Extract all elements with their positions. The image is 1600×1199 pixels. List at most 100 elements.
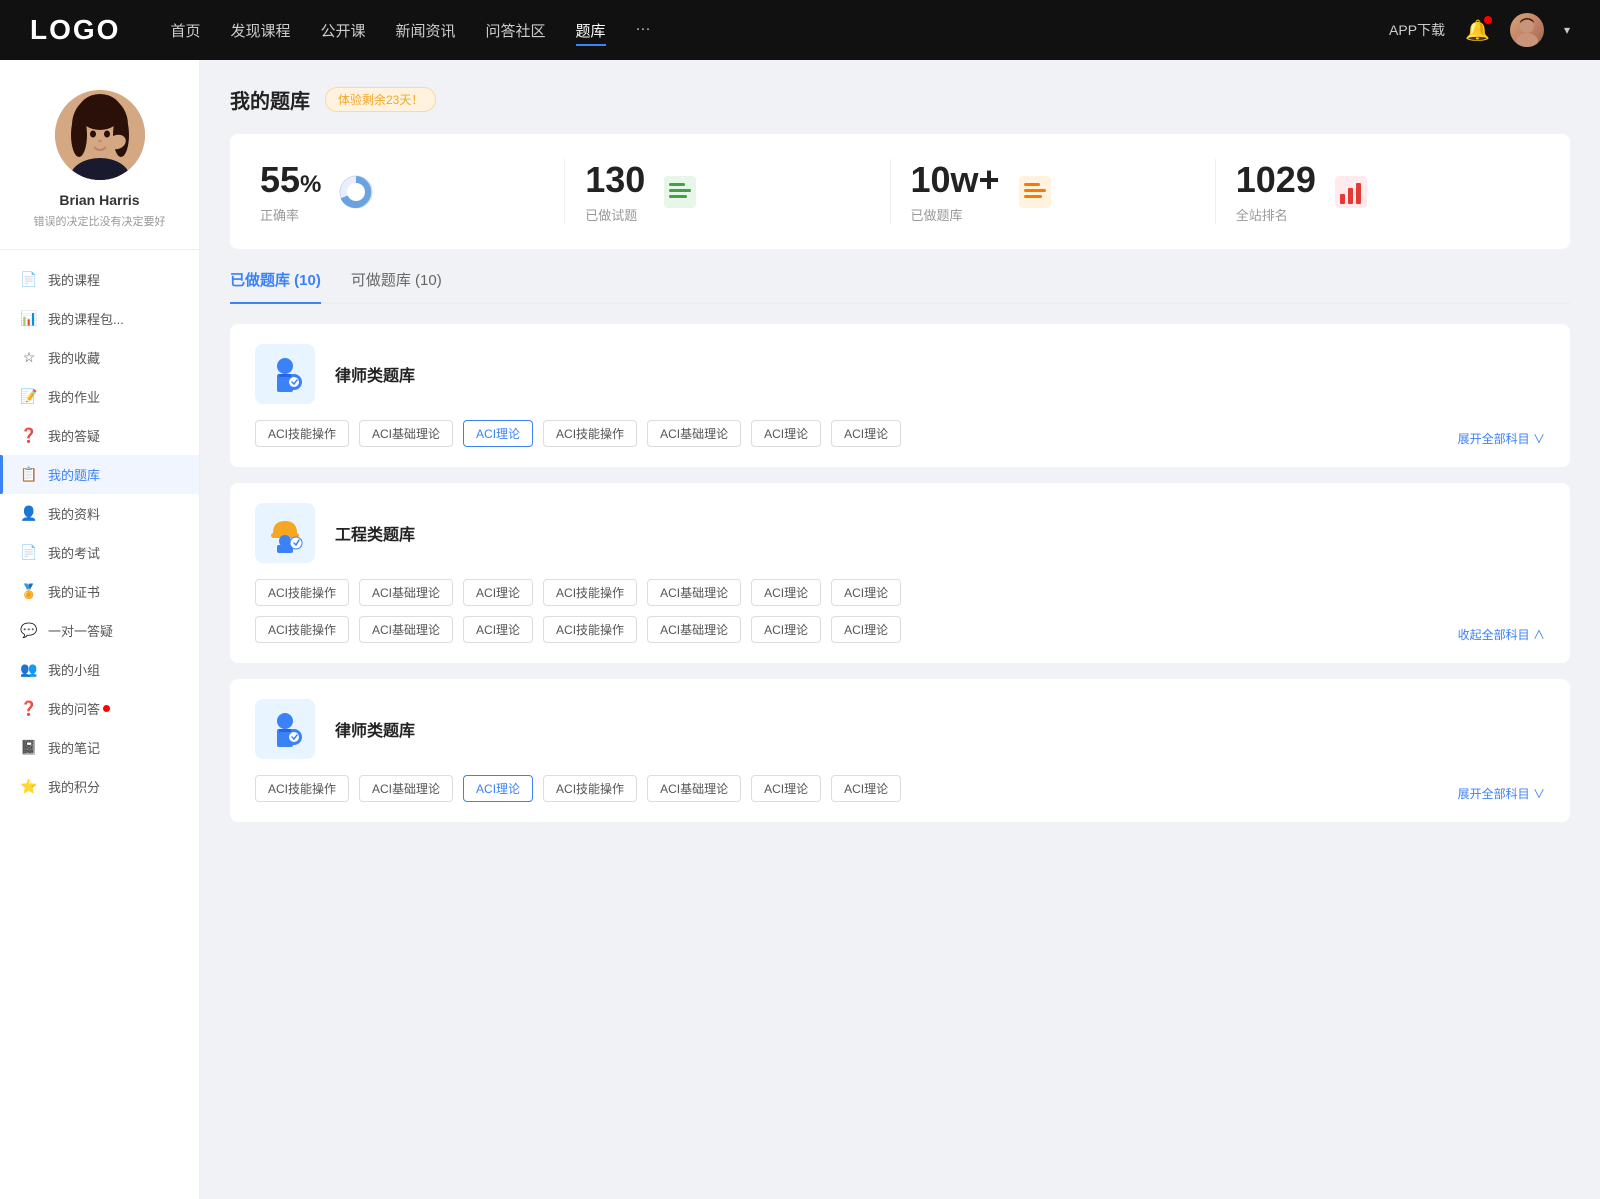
tag-eng-r2-2[interactable]: ACI基础理论 — [359, 616, 453, 643]
sidebar-item-my-info[interactable]: 👤 我的资料 — [0, 494, 199, 533]
qa-icon: ❓ — [20, 700, 38, 718]
tag-lawyer2-3[interactable]: ACI理论 — [463, 775, 533, 802]
sidebar-label-my-info: 我的资料 — [48, 504, 100, 523]
sidebar-label-my-courses: 我的课程 — [48, 270, 100, 289]
tag-eng-r2-4[interactable]: ACI技能操作 — [543, 616, 637, 643]
sidebar-label-favorites: 我的收藏 — [48, 348, 100, 367]
sidebar-item-my-notes[interactable]: 📓 我的笔记 — [0, 728, 199, 767]
sidebar-item-one-on-one[interactable]: 💬 一对一答疑 — [0, 611, 199, 650]
tag-eng-r1-2[interactable]: ACI基础理论 — [359, 579, 453, 606]
tab-done-banks[interactable]: 已做题库 (10) — [230, 269, 321, 302]
stat-accuracy-number: 55% — [260, 159, 321, 201]
qbank-title-lawyer-1: 律师类题库 — [335, 362, 415, 386]
sidebar-item-question-bank[interactable]: 📋 我的题库 — [0, 455, 199, 494]
tag-lawyer1-2[interactable]: ACI基础理论 — [359, 420, 453, 447]
navbar: LOGO 首页 发现课程 公开课 新闻资讯 问答社区 题库 ··· APP下载 … — [0, 0, 1600, 60]
tag-lawyer1-3[interactable]: ACI理论 — [463, 420, 533, 447]
nav-item-more[interactable]: ··· — [636, 20, 651, 41]
sidebar-item-my-exam[interactable]: 📄 我的考试 — [0, 533, 199, 572]
notes-icon: 📓 — [20, 739, 38, 757]
nav-item-home[interactable]: 首页 — [170, 20, 200, 41]
sidebar-item-certificate[interactable]: 🏅 我的证书 — [0, 572, 199, 611]
expand-lawyer1[interactable]: 展开全部科目 ∨ — [1458, 430, 1545, 447]
tag-eng-r1-7[interactable]: ACI理论 — [831, 579, 901, 606]
nav-item-qbank[interactable]: 题库 — [576, 20, 606, 41]
sidebar-label-course-package: 我的课程包... — [48, 309, 124, 328]
qbank-tags-row-1: ACI技能操作 ACI基础理论 ACI理论 ACI技能操作 ACI基础理论 AC… — [255, 420, 1545, 447]
tag-lawyer1-6[interactable]: ACI理论 — [751, 420, 821, 447]
tag-eng-r1-4[interactable]: ACI技能操作 — [543, 579, 637, 606]
tag-eng-r2-5[interactable]: ACI基础理论 — [647, 616, 741, 643]
favorites-icon: ☆ — [20, 349, 38, 367]
tag-eng-r2-1[interactable]: ACI技能操作 — [255, 616, 349, 643]
qbank-tags-row2-1: ACI技能操作 ACI基础理论 ACI理论 ACI技能操作 ACI基础理论 AC… — [255, 579, 1545, 606]
tag-lawyer1-4[interactable]: ACI技能操作 — [543, 420, 637, 447]
tag-lawyer2-4[interactable]: ACI技能操作 — [543, 775, 637, 802]
sidebar-item-my-points[interactable]: ⭐ 我的积分 — [0, 767, 199, 806]
qbank-card-header-2: 工程类题库 — [255, 503, 1545, 563]
app-download-link[interactable]: APP下载 — [1389, 20, 1445, 40]
tab-available-banks[interactable]: 可做题库 (10) — [351, 269, 442, 302]
course-package-icon: 📊 — [20, 310, 38, 328]
sidebar-item-my-qa[interactable]: ❓ 我的问答 — [0, 689, 199, 728]
tag-eng-r2-6[interactable]: ACI理论 — [751, 616, 821, 643]
sidebar-item-my-questions[interactable]: ❓ 我的答疑 — [0, 416, 199, 455]
nav-menu: 首页 发现课程 公开课 新闻资讯 问答社区 题库 ··· — [170, 20, 1389, 41]
tag-eng-r2-3[interactable]: ACI理论 — [463, 616, 533, 643]
avatar-svg — [1510, 13, 1544, 47]
logo: LOGO — [30, 14, 120, 46]
group-icon: 👥 — [20, 661, 38, 679]
user-menu-chevron[interactable]: ▾ — [1564, 23, 1570, 37]
certificate-icon: 🏅 — [20, 583, 38, 601]
qbank-lawyer-icon-1 — [255, 344, 315, 404]
user-avatar[interactable] — [1510, 13, 1544, 47]
tag-lawyer2-2[interactable]: ACI基础理论 — [359, 775, 453, 802]
qbank-lawyer-icon-2 — [255, 699, 315, 759]
pie-chart-icon — [337, 173, 375, 211]
stat-done-questions: 130 已做试题 — [565, 159, 890, 224]
tag-lawyer2-6[interactable]: ACI理论 — [751, 775, 821, 802]
sidebar-item-homework[interactable]: 📝 我的作业 — [0, 377, 199, 416]
avatar-inner — [55, 90, 145, 180]
collapse-engineer[interactable]: 收起全部科目 ∧ — [1458, 626, 1545, 643]
nav-item-discover[interactable]: 发现课程 — [230, 20, 290, 41]
tag-eng-r2-7[interactable]: ACI理论 — [831, 616, 901, 643]
stat-done-banks: 10w+ 已做题库 — [891, 159, 1216, 224]
tag-lawyer1-1[interactable]: ACI技能操作 — [255, 420, 349, 447]
stat-banks-label: 已做题库 — [911, 205, 1000, 224]
tag-lawyer1-7[interactable]: ACI理论 — [831, 420, 901, 447]
notification-bell[interactable]: 🔔 — [1465, 18, 1490, 43]
lawyer-svg-1 — [263, 352, 307, 396]
sidebar-item-my-courses[interactable]: 📄 我的课程 — [0, 260, 199, 299]
sidebar-label-my-questions: 我的答疑 — [48, 426, 100, 445]
stat-done-label: 已做试题 — [585, 205, 645, 224]
sidebar-item-my-group[interactable]: 👥 我的小组 — [0, 650, 199, 689]
list-orange-icon — [1017, 174, 1053, 210]
qbank-card-lawyer-1: 律师类题库 ACI技能操作 ACI基础理论 ACI理论 ACI技能操作 ACI基… — [230, 324, 1570, 467]
tag-lawyer1-5[interactable]: ACI基础理论 — [647, 420, 741, 447]
tag-lawyer2-7[interactable]: ACI理论 — [831, 775, 901, 802]
profile-avatar[interactable] — [55, 90, 145, 180]
page-header: 我的题库 体验剩余23天！ — [230, 85, 1570, 114]
qbank-title-lawyer-2: 律师类题库 — [335, 717, 415, 741]
qbank-card-header-3: 律师类题库 — [255, 699, 1545, 759]
tag-eng-r1-6[interactable]: ACI理论 — [751, 579, 821, 606]
tag-eng-r1-1[interactable]: ACI技能操作 — [255, 579, 349, 606]
avatar-image — [1510, 13, 1544, 47]
sidebar-label-question-bank: 我的题库 — [48, 465, 100, 484]
homework-icon: 📝 — [20, 388, 38, 406]
expand-lawyer2[interactable]: 展开全部科目 ∨ — [1458, 785, 1545, 802]
engineer-svg — [263, 511, 307, 555]
questions-icon: ❓ — [20, 427, 38, 445]
tag-lawyer2-1[interactable]: ACI技能操作 — [255, 775, 349, 802]
nav-item-open-course[interactable]: 公开课 — [320, 20, 365, 41]
sidebar-item-course-package[interactable]: 📊 我的课程包... — [0, 299, 199, 338]
tag-lawyer2-5[interactable]: ACI基础理论 — [647, 775, 741, 802]
tag-eng-r1-3[interactable]: ACI理论 — [463, 579, 533, 606]
tag-eng-r1-5[interactable]: ACI基础理论 — [647, 579, 741, 606]
stat-banks-number: 10w+ — [911, 159, 1000, 201]
qbank-card-header-1: 律师类题库 — [255, 344, 1545, 404]
sidebar-item-favorites[interactable]: ☆ 我的收藏 — [0, 338, 199, 377]
nav-item-qa[interactable]: 问答社区 — [486, 20, 546, 41]
nav-item-news[interactable]: 新闻资讯 — [396, 20, 456, 41]
